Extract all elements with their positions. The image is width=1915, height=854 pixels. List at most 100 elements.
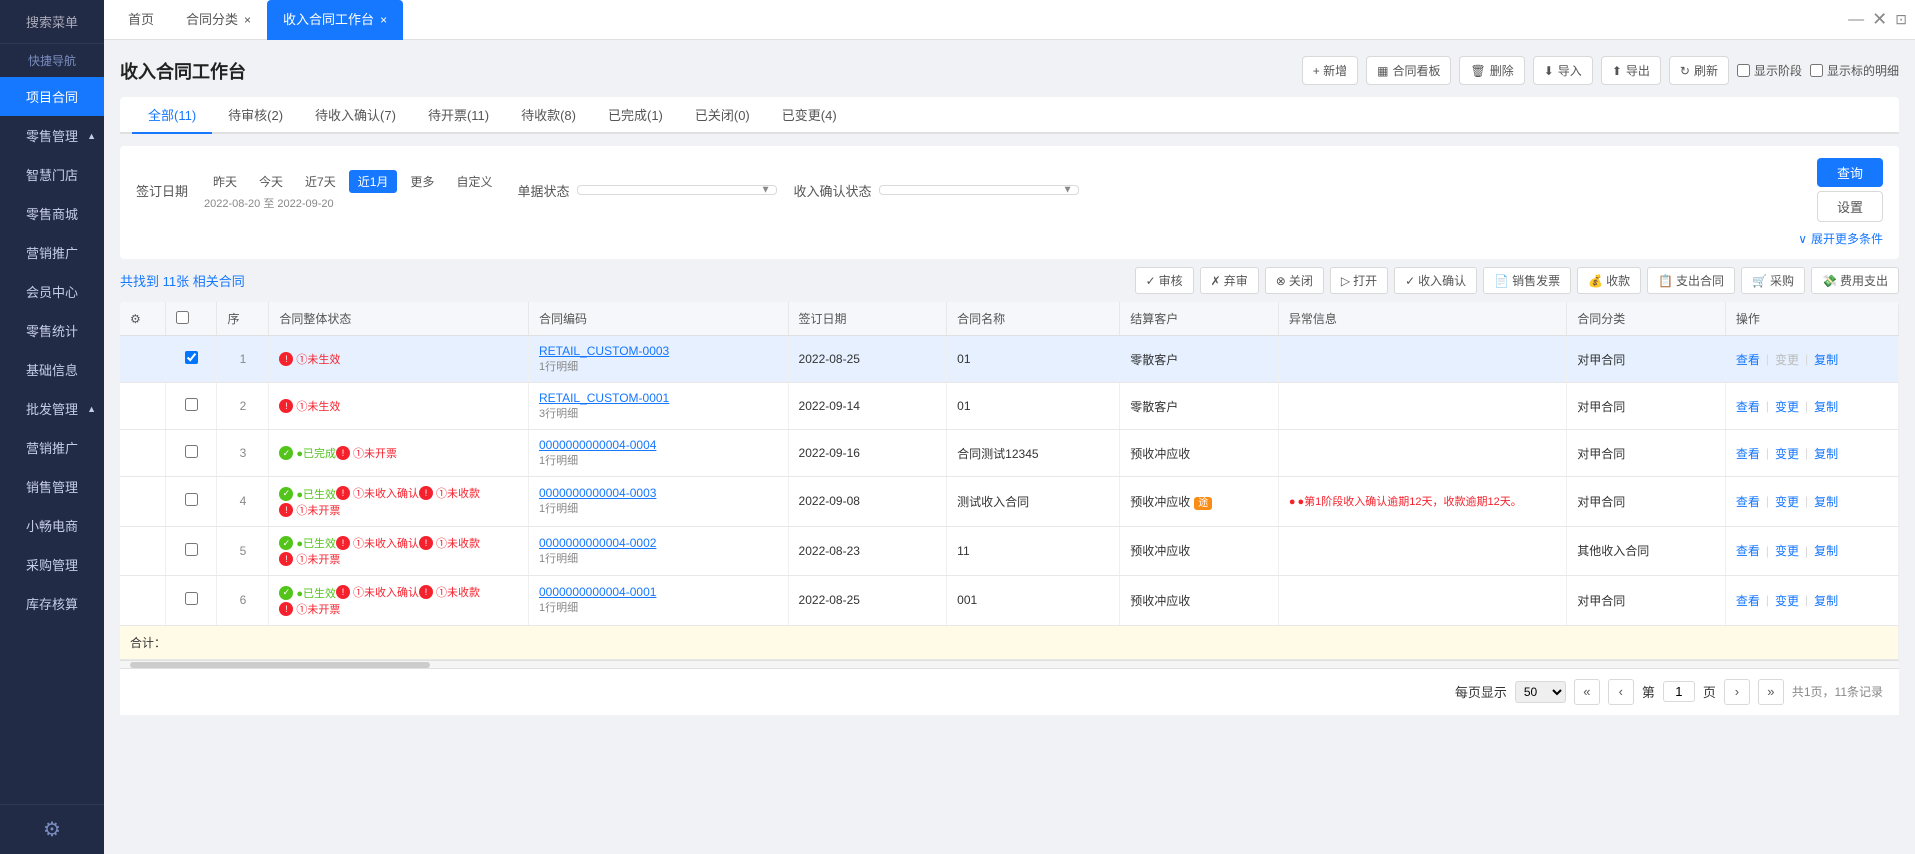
tbl-action-open[interactable]: ▷打开 [1330,267,1388,294]
action-复制-2[interactable]: 复制 [1814,445,1838,462]
status-tab-pending-confirm[interactable]: 待收入确认(7) [299,97,412,134]
tab-contract-cat[interactable]: 合同分类× [170,0,267,40]
tab-income-workbench[interactable]: 收入合同工作台× [267,0,403,40]
sidebar-item-retail-stats[interactable]: 零售统计 [0,311,104,350]
set-button[interactable]: 设置 [1817,191,1883,222]
sidebar-item-purchase[interactable]: 采购管理 [0,545,104,584]
first-page-button[interactable]: « [1574,679,1600,705]
tbl-action-fee-out[interactable]: 💸费用支出 [1811,267,1899,294]
show-detail-input[interactable] [1810,64,1823,77]
tbl-action-income-confirm[interactable]: ✓收入确认 [1394,267,1477,294]
sidebar-item-base-info[interactable]: 基础信息 [0,350,104,389]
sidebar-item-project[interactable]: 项目合同 [0,77,104,116]
show-stage-checkbox[interactable]: 显示阶段 [1737,62,1802,79]
tbl-action-expense-out[interactable]: 📋支出合同 [1647,267,1735,294]
close-icon[interactable]: ✕ [1872,9,1887,30]
new-button[interactable]: + 新增 [1302,56,1358,85]
sidebar-item-sales[interactable]: 销售管理 [0,467,104,506]
action-复制-1[interactable]: 复制 [1814,398,1838,415]
row-checkbox-2[interactable] [185,445,198,458]
action-变更-5[interactable]: 变更 [1775,592,1799,609]
tab-close-income-workbench[interactable]: × [380,0,387,40]
status-tab-changed[interactable]: 已变更(4) [766,97,853,134]
action-变更-2[interactable]: 变更 [1775,445,1799,462]
status-tab-pending-invoice[interactable]: 待开票(11) [412,97,505,134]
action-查看-2[interactable]: 查看 [1736,445,1760,462]
status-tab-pending-review[interactable]: 待审核(2) [212,97,299,134]
sidebar-item-retail-mall[interactable]: 零售商城 [0,194,104,233]
action-变更-3[interactable]: 变更 [1775,493,1799,510]
action-复制-3[interactable]: 复制 [1814,493,1838,510]
action-变更-4[interactable]: 变更 [1775,542,1799,559]
row-checkbox-1[interactable] [185,398,198,411]
tbl-action-close[interactable]: ⊗关闭 [1265,267,1324,294]
row-code-link-1[interactable]: RETAIL_CUSTOM-0001 [539,391,669,405]
panel-button[interactable]: ▦ 合同看板 [1366,56,1451,85]
action-复制-5[interactable]: 复制 [1814,592,1838,609]
status-tab-all[interactable]: 全部(11) [132,97,212,134]
row-checkbox-5[interactable] [185,592,198,605]
action-查看-0[interactable]: 查看 [1736,351,1760,368]
sidebar-search[interactable]: 搜索菜单 [0,0,104,44]
sidebar-item-marketing[interactable]: 营销推广 [0,233,104,272]
tab-home[interactable]: 首页 [112,0,170,40]
row-code-link-0[interactable]: RETAIL_CUSTOM-0003 [539,344,669,358]
action-复制-4[interactable]: 复制 [1814,542,1838,559]
refresh-button[interactable]: ↻ 刷新 [1669,56,1729,85]
export-button[interactable]: ⬆ 导出 [1601,56,1661,85]
sidebar-item-inventory[interactable]: 库存核算 [0,584,104,623]
select-all-checkbox[interactable] [176,311,189,324]
prev-page-button[interactable]: ‹ [1608,679,1634,705]
row-code-link-5[interactable]: 0000000000004-0001 [539,585,656,599]
sidebar-item-smart-store[interactable]: 智慧门店 [0,155,104,194]
action-查看-1[interactable]: 查看 [1736,398,1760,415]
delete-button[interactable]: 🗑 删除 [1459,56,1524,85]
action-复制-0[interactable]: 复制 [1814,351,1838,368]
page-size-select[interactable]: 102050100 [1515,681,1566,703]
tbl-action-payment[interactable]: 💰收款 [1577,267,1641,294]
sidebar-item-retail[interactable]: 零售管理 [0,116,104,155]
tbl-action-sales-invoice[interactable]: 📄销售发票 [1483,267,1571,294]
date-btn-自定义[interactable]: 自定义 [447,170,501,193]
income-confirm-select[interactable]: ▼ [879,185,1079,195]
action-查看-5[interactable]: 查看 [1736,592,1760,609]
date-btn-更多[interactable]: 更多 [401,170,443,193]
sidebar-item-mkt2[interactable]: 营销推广 [0,428,104,467]
action-查看-4[interactable]: 查看 [1736,542,1760,559]
horizontal-scrollbar[interactable] [120,660,1899,668]
date-btn-近1月[interactable]: 近1月 [349,170,398,193]
row-checkbox-4[interactable] [185,543,198,556]
row-code-link-4[interactable]: 0000000000004-0002 [539,536,656,550]
date-btn-昨天[interactable]: 昨天 [204,170,246,193]
date-btn-近7天[interactable]: 近7天 [296,170,345,193]
tab-close-contract-cat[interactable]: × [244,0,251,40]
next-page-button[interactable]: › [1724,679,1750,705]
tbl-action-review[interactable]: ✓审核 [1135,267,1194,294]
row-code-link-3[interactable]: 0000000000004-0003 [539,486,656,500]
doc-status-select[interactable]: ▼ [577,185,777,195]
sidebar-item-wholesale[interactable]: 批发管理 [0,389,104,428]
page-number-input[interactable] [1663,681,1695,702]
tbl-action-purchase[interactable]: 🛒采购 [1741,267,1805,294]
action-变更-1[interactable]: 变更 [1775,398,1799,415]
sidebar-settings[interactable]: ⚙ [0,804,104,854]
show-detail-checkbox[interactable]: 显示标的明细 [1810,62,1899,79]
maximize-icon[interactable]: ⊡ [1895,11,1907,28]
show-stage-input[interactable] [1737,64,1750,77]
status-tab-closed[interactable]: 已关闭(0) [679,97,766,134]
last-page-button[interactable]: » [1758,679,1784,705]
row-code-link-2[interactable]: 0000000000004-0004 [539,438,656,452]
row-checkbox-0[interactable] [185,351,198,364]
tbl-action-abandon[interactable]: ✗弃审 [1200,267,1259,294]
sidebar-item-ecom[interactable]: 小畅电商 [0,506,104,545]
scrollbar-thumb[interactable] [130,662,430,668]
status-tab-completed[interactable]: 已完成(1) [592,97,679,134]
status-tab-pending-payment[interactable]: 待收款(8) [505,97,592,134]
minimize-icon[interactable]: — [1848,11,1864,29]
date-btn-今天[interactable]: 今天 [250,170,292,193]
query-button[interactable]: 查询 [1817,158,1883,187]
action-查看-3[interactable]: 查看 [1736,493,1760,510]
sidebar-item-member[interactable]: 会员中心 [0,272,104,311]
import-button[interactable]: ⬇ 导入 [1533,56,1593,85]
sidebar-nav-title[interactable]: 快捷导航 [0,44,104,77]
